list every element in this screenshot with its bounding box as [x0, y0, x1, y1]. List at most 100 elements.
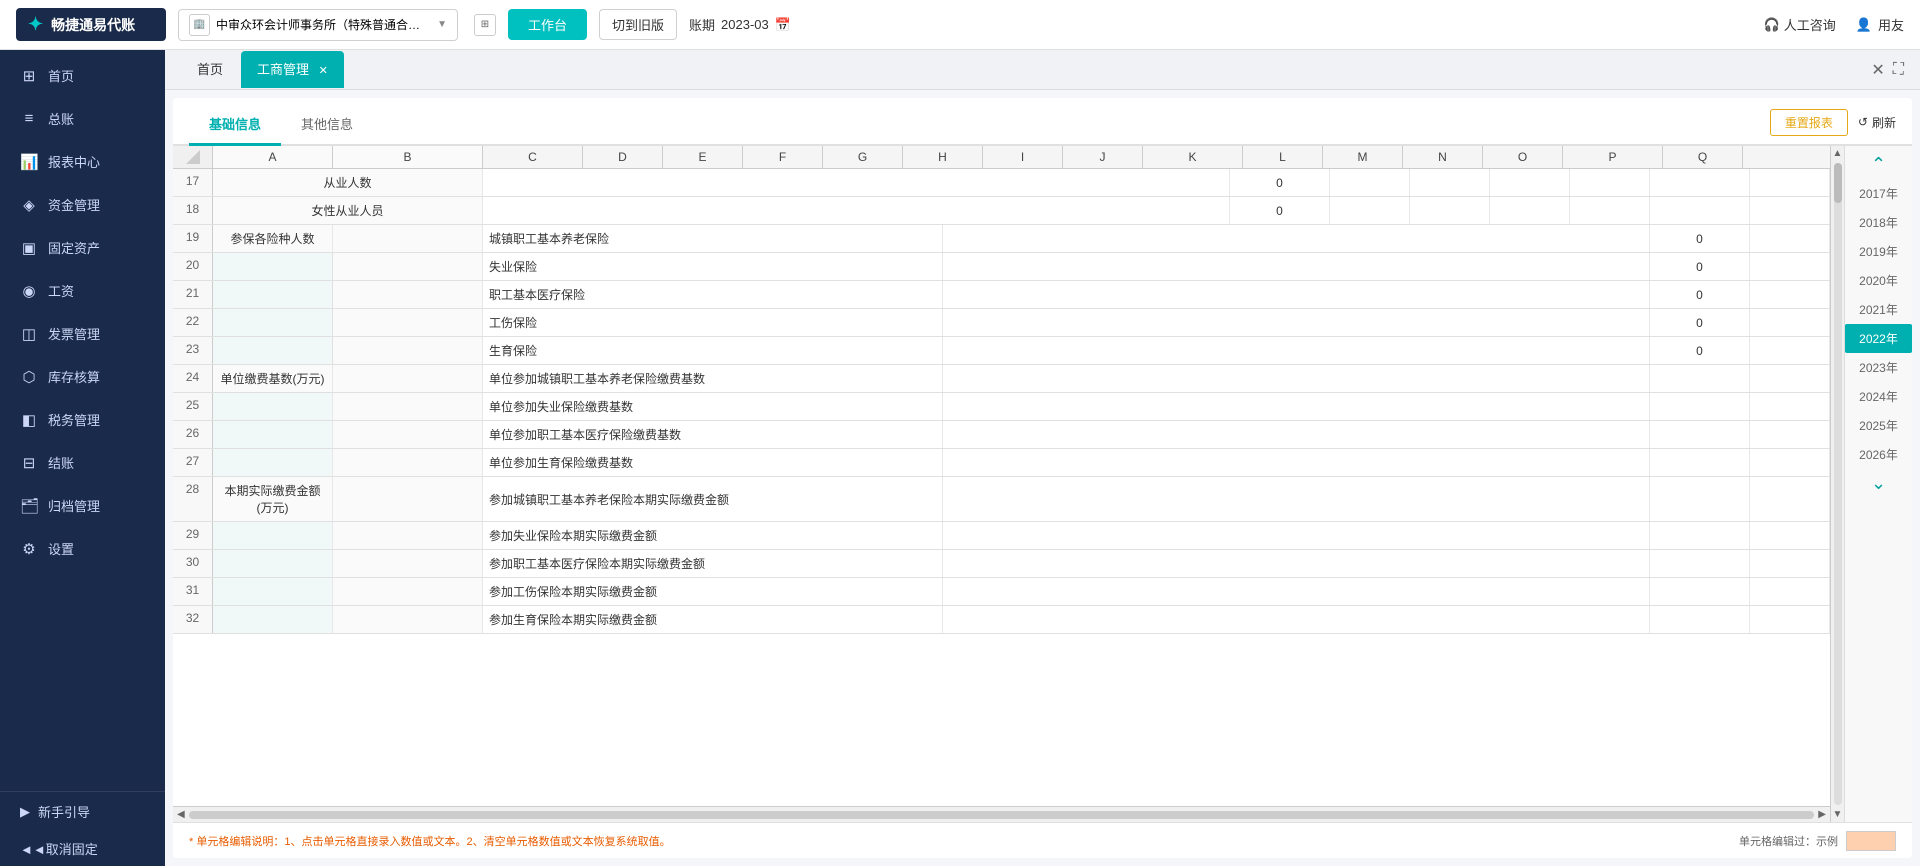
sidebar-item-finance[interactable]: ◈ 资金管理	[0, 183, 165, 226]
cell-23-p[interactable]: 0	[1650, 337, 1750, 364]
cell-25-c[interactable]: 单位参加失业保险缴费基数	[483, 393, 943, 420]
cell-27-b[interactable]	[333, 449, 483, 476]
cell-29-p[interactable]	[1650, 522, 1750, 549]
workbench-button[interactable]: 工作台	[508, 9, 587, 40]
year-item-2019[interactable]: 2019年	[1845, 237, 1912, 266]
cancel-fixed-button[interactable]: ◄◄取消固定	[0, 831, 165, 866]
cell-31-b[interactable]	[333, 578, 483, 605]
cell-29-d[interactable]	[943, 522, 1650, 549]
sidebar-item-report[interactable]: 📊 报表中心	[0, 140, 165, 183]
cell-23-a[interactable]	[213, 337, 333, 364]
cell-28-d[interactable]	[943, 477, 1650, 521]
col-header-a[interactable]: A	[213, 146, 333, 168]
cell-17-k[interactable]: 0	[1230, 169, 1330, 196]
sidebar-item-tax[interactable]: ◧ 税务管理	[0, 398, 165, 441]
cell-22-c[interactable]: 工伤保险	[483, 309, 943, 336]
company-settings-icon[interactable]: ⊞	[474, 14, 496, 36]
col-header-l[interactable]: L	[1243, 146, 1323, 168]
cell-28-c[interactable]: 参加城镇职工基本养老保险本期实际缴费金额	[483, 477, 943, 521]
reset-report-button[interactable]: 重置报表	[1770, 109, 1848, 136]
cell-31-q[interactable]	[1750, 578, 1830, 605]
cell-27-p[interactable]	[1650, 449, 1750, 476]
cell-29-q[interactable]	[1750, 522, 1830, 549]
refresh-button[interactable]: ↺ 刷新	[1858, 114, 1896, 131]
cell-18-n[interactable]	[1490, 197, 1570, 224]
cell-19-d[interactable]	[943, 225, 1650, 252]
col-header-n[interactable]: N	[1403, 146, 1483, 168]
cell-31-c[interactable]: 参加工伤保险本期实际缴费金额	[483, 578, 943, 605]
cell-28-q[interactable]	[1750, 477, 1830, 521]
cell-30-c[interactable]: 参加职工基本医疗保险本期实际缴费金额	[483, 550, 943, 577]
cell-21-q[interactable]	[1750, 281, 1830, 308]
cell-25-p[interactable]	[1650, 393, 1750, 420]
sidebar-item-close[interactable]: ⊟ 结账	[0, 441, 165, 484]
cell-27-d[interactable]	[943, 449, 1650, 476]
tab-business[interactable]: 工商管理 ✕	[241, 51, 344, 88]
cell-25-q[interactable]	[1750, 393, 1830, 420]
cell-20-p[interactable]: 0	[1650, 253, 1750, 280]
cell-19-p[interactable]: 0	[1650, 225, 1750, 252]
cell-32-p[interactable]	[1650, 606, 1750, 633]
year-item-2025[interactable]: 2025年	[1845, 411, 1912, 440]
cell-26-p[interactable]	[1650, 421, 1750, 448]
cell-30-a[interactable]	[213, 550, 333, 577]
sidebar-item-archive[interactable]: 🗂 归档管理	[0, 484, 165, 527]
cell-17-q[interactable]	[1750, 169, 1830, 196]
cell-17-c[interactable]	[483, 169, 1230, 196]
cell-23-q[interactable]	[1750, 337, 1830, 364]
cell-20-q[interactable]	[1750, 253, 1830, 280]
sidebar-item-ledger[interactable]: ≡ 总账	[0, 97, 165, 140]
cell-18-l[interactable]	[1330, 197, 1410, 224]
cell-23-d[interactable]	[943, 337, 1650, 364]
cell-24-c[interactable]: 单位参加城镇职工基本养老保险缴费基数	[483, 365, 943, 392]
cell-26-d[interactable]	[943, 421, 1650, 448]
cell-32-d[interactable]	[943, 606, 1650, 633]
h-scroll-bar[interactable]	[189, 811, 1815, 819]
cell-24-a[interactable]: 单位缴费基数(万元)	[213, 365, 333, 392]
cell-24-p[interactable]	[1650, 365, 1750, 392]
sidebar-item-home[interactable]: ⊞ 首页	[0, 54, 165, 97]
cell-27-a[interactable]	[213, 449, 333, 476]
col-header-d[interactable]: D	[583, 146, 663, 168]
cell-32-b[interactable]	[333, 606, 483, 633]
tab-close-icon[interactable]: ✕	[319, 65, 328, 77]
year-item-2023[interactable]: 2023年	[1845, 353, 1912, 382]
col-header-g[interactable]: G	[823, 146, 903, 168]
year-item-2018[interactable]: 2018年	[1845, 208, 1912, 237]
cell-26-c[interactable]: 单位参加职工基本医疗保险缴费基数	[483, 421, 943, 448]
h-scroll-row[interactable]: ◀ ▶	[173, 806, 1830, 822]
cell-23-b[interactable]	[333, 337, 483, 364]
cell-26-b[interactable]	[333, 421, 483, 448]
cell-18-a[interactable]: 女性从业人员	[213, 197, 483, 224]
cell-20-a[interactable]	[213, 253, 333, 280]
year-item-2021[interactable]: 2021年	[1845, 295, 1912, 324]
ai-consult-button[interactable]: 🎧 人工咨询	[1764, 15, 1836, 34]
v-scroll-down-icon[interactable]: ▼	[1831, 807, 1845, 822]
switch-version-button[interactable]: 切到旧版	[599, 9, 677, 40]
tab-home[interactable]: 首页	[181, 51, 239, 88]
cell-32-a[interactable]	[213, 606, 333, 633]
cell-28-b[interactable]	[333, 477, 483, 521]
col-header-f[interactable]: F	[743, 146, 823, 168]
cell-29-c[interactable]: 参加失业保险本期实际缴费金额	[483, 522, 943, 549]
cell-25-a[interactable]	[213, 393, 333, 420]
year-nav-up-icon[interactable]: ⌃	[1845, 150, 1912, 179]
cell-22-a[interactable]	[213, 309, 333, 336]
company-selector[interactable]: 🏢 中审众环会计师事务所（特殊普通合伙...） ▼	[178, 9, 458, 41]
cell-30-q[interactable]	[1750, 550, 1830, 577]
cell-22-p[interactable]: 0	[1650, 309, 1750, 336]
sidebar-item-salary[interactable]: ◉ 工资	[0, 269, 165, 312]
cell-29-a[interactable]	[213, 522, 333, 549]
cell-30-b[interactable]	[333, 550, 483, 577]
col-header-b[interactable]: B	[333, 146, 483, 168]
cell-32-c[interactable]: 参加生育保险本期实际缴费金额	[483, 606, 943, 633]
user-area[interactable]: 👤 用友	[1856, 15, 1904, 34]
cell-18-m[interactable]	[1410, 197, 1490, 224]
year-nav-down-icon[interactable]: ⌄	[1845, 469, 1912, 498]
cell-26-q[interactable]	[1750, 421, 1830, 448]
cell-30-p[interactable]	[1650, 550, 1750, 577]
cell-21-a[interactable]	[213, 281, 333, 308]
cell-18-k[interactable]: 0	[1230, 197, 1330, 224]
h-scroll-left-icon[interactable]: ◀	[177, 809, 185, 820]
cell-29-b[interactable]	[333, 522, 483, 549]
